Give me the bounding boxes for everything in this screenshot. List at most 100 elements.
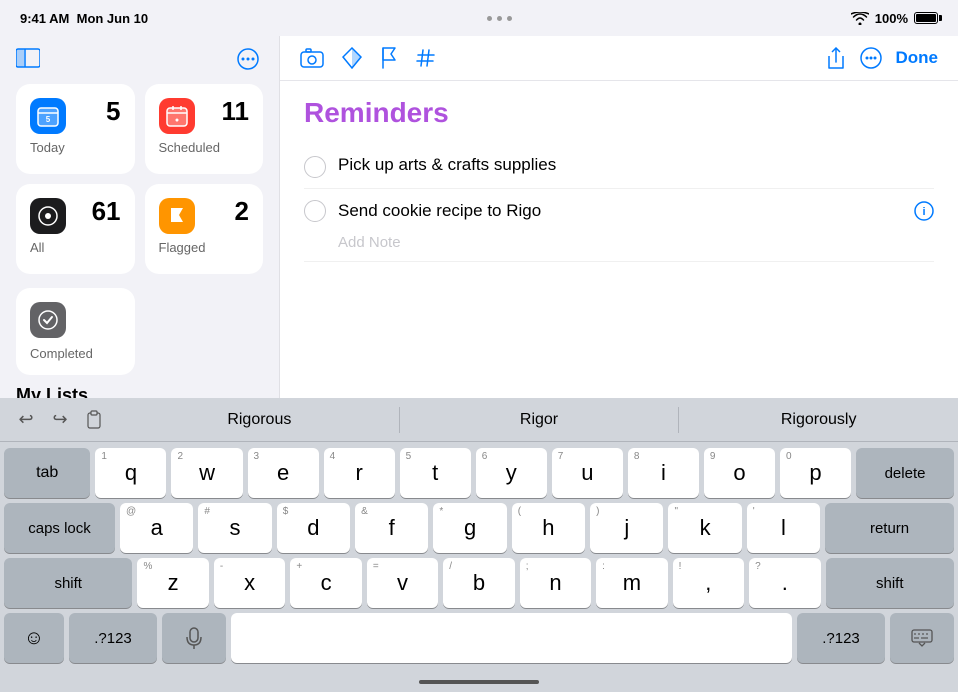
keyboard-area: ↩ ↪ Rigorous Rigor Rigorously tab 1q 2w … xyxy=(0,398,958,692)
space-key[interactable] xyxy=(231,613,792,663)
shift-left-key[interactable]: shift xyxy=(4,558,132,608)
battery-percentage: 100% xyxy=(875,11,908,26)
info-icon[interactable]: i xyxy=(914,201,934,221)
key-k[interactable]: "k xyxy=(668,503,741,553)
scheduled-icon: ● xyxy=(159,98,195,134)
key-x[interactable]: -x xyxy=(214,558,285,608)
key-e[interactable]: 3e xyxy=(248,448,319,498)
shift-right-key[interactable]: shift xyxy=(826,558,954,608)
key-exclaim[interactable]: !, xyxy=(673,558,744,608)
key-b[interactable]: /b xyxy=(443,558,514,608)
scheduled-count: 11 xyxy=(222,98,250,124)
sidebar-header xyxy=(16,48,263,70)
flagged-icon xyxy=(159,198,195,234)
keyboard-hide-key[interactable] xyxy=(890,613,954,663)
key-v[interactable]: =v xyxy=(367,558,438,608)
key-i[interactable]: 8i xyxy=(628,448,699,498)
key-p[interactable]: 0p xyxy=(780,448,851,498)
keyboard-row-2: caps lock @a #s $d &f *g (h )j "k 'l ret… xyxy=(4,503,954,553)
keyboard-rows: tab 1q 2w 3e 4r 5t 6y 7u 8i 9o 0p delete… xyxy=(0,442,958,672)
undo-button[interactable]: ↩ xyxy=(10,404,42,436)
key-d[interactable]: $d xyxy=(277,503,350,553)
tab-key[interactable]: tab xyxy=(4,448,90,498)
key-w[interactable]: 2w xyxy=(171,448,242,498)
flagged-count: 2 xyxy=(235,198,249,224)
reminder-item-2[interactable]: Send cookie recipe to Rigo i Add Note xyxy=(304,189,934,262)
key-m[interactable]: :m xyxy=(596,558,667,608)
done-button[interactable]: Done xyxy=(896,48,939,68)
keyboard-row-1: tab 1q 2w 3e 4r 5t 6y 7u 8i 9o 0p delete xyxy=(4,448,954,498)
today-icon: 5 xyxy=(30,98,66,134)
smart-tile-scheduled[interactable]: ● 11 Scheduled xyxy=(145,84,264,174)
key-o[interactable]: 9o xyxy=(704,448,775,498)
delete-key[interactable]: delete xyxy=(856,448,954,498)
num-key-right[interactable]: .?123 xyxy=(797,613,885,663)
completed-icon xyxy=(30,302,66,338)
suggestion-2[interactable]: Rigor xyxy=(399,407,679,433)
autocorrect-bar: ↩ ↪ Rigorous Rigor Rigorously xyxy=(0,398,958,442)
hash-icon[interactable] xyxy=(416,48,436,68)
key-j[interactable]: )j xyxy=(590,503,663,553)
toolbar-right: Done xyxy=(826,46,939,70)
reminder-checkbox-1[interactable] xyxy=(304,156,326,178)
key-f[interactable]: &f xyxy=(355,503,428,553)
reminders-title: Reminders xyxy=(304,97,934,129)
keyboard-row-3: shift %z -x +c =v /b ;n :m !, ?. shift xyxy=(4,558,954,608)
key-q[interactable]: 1q xyxy=(95,448,166,498)
toolbar-icons xyxy=(300,47,436,69)
flagged-label: Flagged xyxy=(159,240,250,255)
suggestion-3[interactable]: Rigorously xyxy=(678,407,958,433)
suggestion-1[interactable]: Rigorous xyxy=(120,407,399,433)
svg-text:i: i xyxy=(922,206,925,218)
key-a[interactable]: @a xyxy=(120,503,193,553)
smart-tile-today[interactable]: 5 5 Today xyxy=(16,84,135,174)
autocorrect-suggestions: Rigorous Rigor Rigorously xyxy=(120,407,958,433)
mic-key[interactable] xyxy=(162,613,226,663)
num-key-left[interactable]: .?123 xyxy=(69,613,157,663)
key-t[interactable]: 5t xyxy=(400,448,471,498)
reminder-text-1: Pick up arts & crafts supplies xyxy=(338,155,934,175)
ellipsis-circle-icon[interactable] xyxy=(237,48,259,70)
smart-lists-grid: 5 5 Today ● 11 Scheduled xyxy=(16,84,263,274)
redo-button[interactable]: ↪ xyxy=(44,404,76,436)
emoji-key[interactable]: ☺ xyxy=(4,613,64,663)
smart-tile-flagged[interactable]: 2 Flagged xyxy=(145,184,264,274)
today-count: 5 xyxy=(106,98,120,124)
home-indicator-bar xyxy=(0,672,958,692)
completed-label: Completed xyxy=(30,346,121,361)
key-g[interactable]: *g xyxy=(433,503,506,553)
key-s[interactable]: #s xyxy=(198,503,271,553)
camera-icon[interactable] xyxy=(300,48,324,68)
main-toolbar: Done xyxy=(280,36,958,81)
all-icon xyxy=(30,198,66,234)
share-icon[interactable] xyxy=(826,46,846,70)
paste-button[interactable] xyxy=(78,404,110,436)
keyboard-row-4: ☺ .?123 .?123 xyxy=(4,613,954,663)
flag-icon[interactable] xyxy=(380,47,398,69)
caps-lock-key[interactable]: caps lock xyxy=(4,503,115,553)
key-z[interactable]: %z xyxy=(137,558,208,608)
sidebar-toggle-icon[interactable] xyxy=(16,48,40,68)
home-indicator xyxy=(419,680,539,684)
undo-redo-paste: ↩ ↪ xyxy=(0,404,120,436)
return-key[interactable]: return xyxy=(825,503,954,553)
key-h[interactable]: (h xyxy=(512,503,585,553)
status-right: 100% xyxy=(851,11,938,26)
reminder-item-1[interactable]: Pick up arts & crafts supplies xyxy=(304,145,934,189)
key-r[interactable]: 4r xyxy=(324,448,395,498)
all-label: All xyxy=(30,240,121,255)
key-l[interactable]: 'l xyxy=(747,503,820,553)
location-icon[interactable] xyxy=(342,47,362,69)
key-u[interactable]: 7u xyxy=(552,448,623,498)
more-icon[interactable] xyxy=(860,47,882,69)
reminder-checkbox-2[interactable] xyxy=(304,200,326,222)
key-n[interactable]: ;n xyxy=(520,558,591,608)
battery-icon xyxy=(914,12,938,24)
key-y[interactable]: 6y xyxy=(476,448,547,498)
smart-tile-completed[interactable]: Completed xyxy=(16,288,135,375)
smart-tile-all[interactable]: 61 All xyxy=(16,184,135,274)
svg-text:5: 5 xyxy=(46,115,51,124)
key-c[interactable]: +c xyxy=(290,558,361,608)
key-question[interactable]: ?. xyxy=(749,558,820,608)
add-note[interactable]: Add Note xyxy=(338,234,401,251)
